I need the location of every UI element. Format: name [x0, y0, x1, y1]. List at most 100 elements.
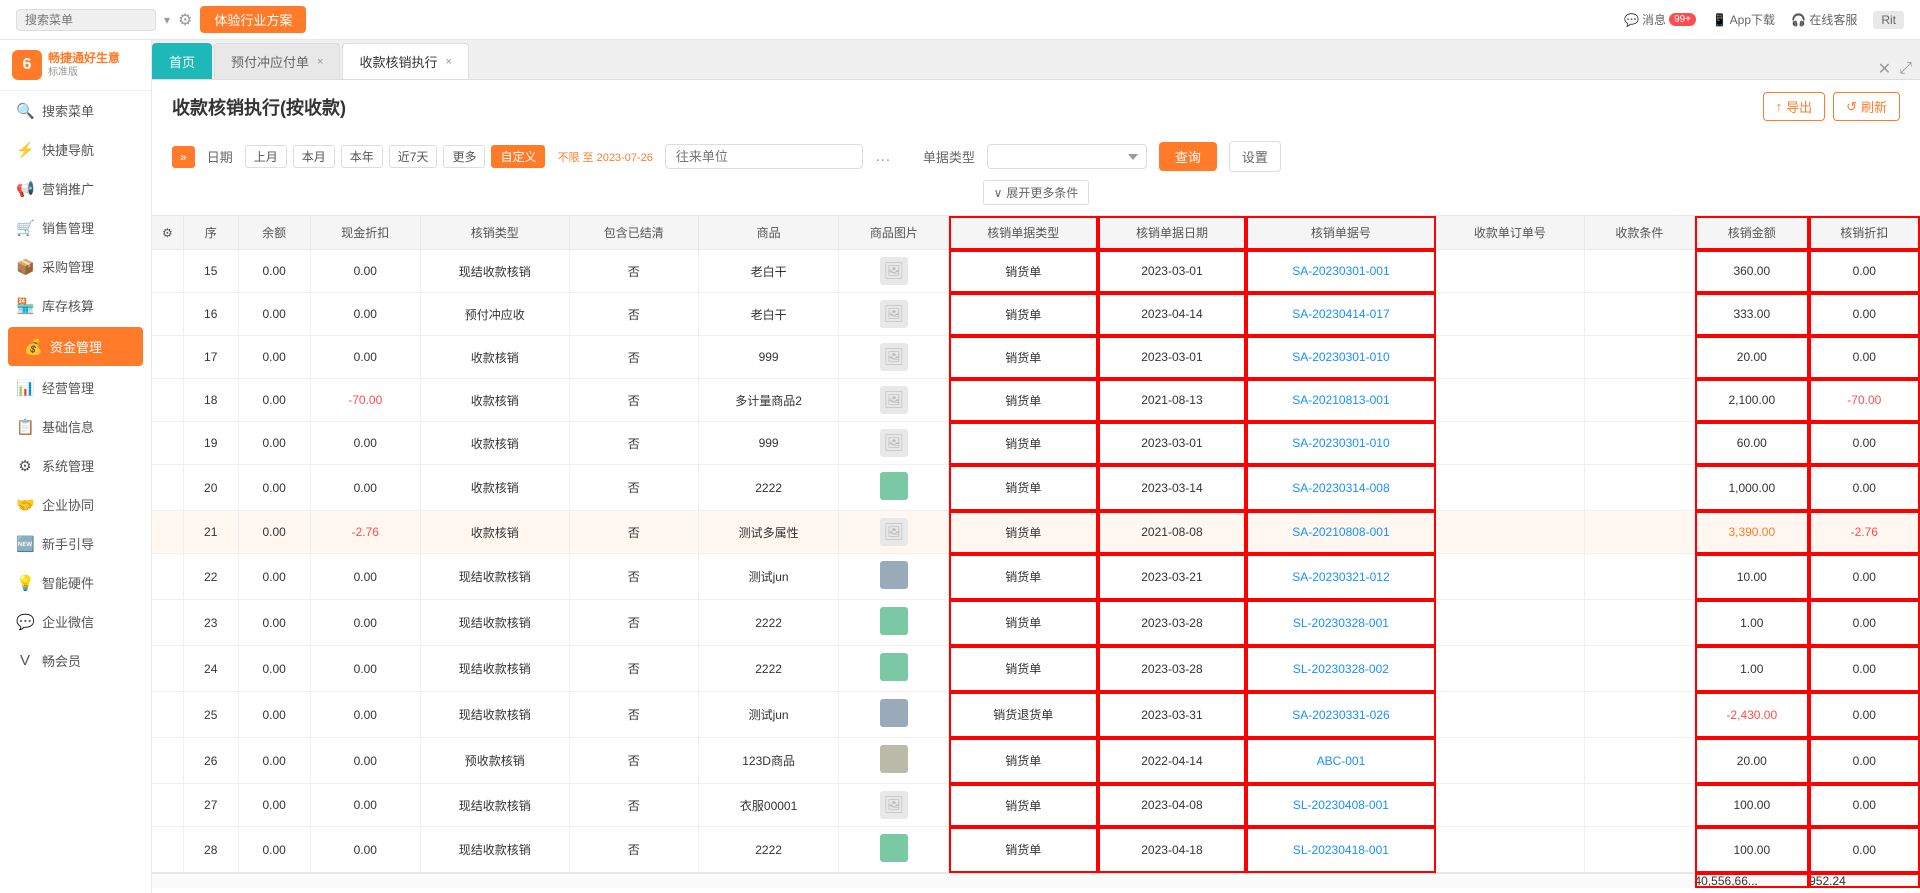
th-cancel-doc-type: 核销单据类型 — [949, 216, 1098, 250]
more-btn[interactable]: 更多 — [443, 145, 485, 168]
expand-more-button[interactable]: ∨ 展开更多条件 — [983, 180, 1090, 205]
th-settings[interactable]: ⚙ — [152, 216, 183, 250]
message-area[interactable]: 💬 消息 99+ — [1624, 11, 1696, 28]
td-cancel-discount: 0.00 — [1809, 692, 1919, 738]
sidebar-item-sales[interactable]: 🛒销售管理 — [0, 208, 151, 247]
summary-row: 40,556,66... 952.24 — [152, 873, 1920, 888]
td-include-settled: 否 — [569, 250, 698, 293]
td-cancel-doc-no[interactable]: SA-20210808-001 — [1246, 511, 1435, 554]
sidebar-item-system[interactable]: ⚙系统管理 — [0, 446, 151, 485]
td-no: 17 — [183, 336, 238, 379]
user-badge[interactable]: Rit — [1873, 11, 1904, 29]
table-row: 28 0.00 0.00 现结收款核销 否 2222 销货单 2023-04-1… — [152, 827, 1920, 874]
goods-img — [880, 745, 908, 773]
table-row: 26 0.00 0.00 预收款核销 否 123D商品 销货单 2022-04-… — [152, 738, 1920, 784]
td-cancel-amount: 1.00 — [1695, 600, 1810, 646]
td-balance: 0.00 — [238, 784, 310, 827]
tab-bar-actions: ✕ ⤢ — [1878, 59, 1920, 79]
sidebar-item-inventory[interactable]: 🏪库存核算 — [0, 286, 151, 325]
table-row: 17 0.00 0.00 收款核销 否 999 🖼 销货单 2023-03-01… — [152, 336, 1920, 379]
app-download[interactable]: 📱 App下载 — [1712, 11, 1775, 28]
cur-month-btn[interactable]: 本月 — [293, 145, 335, 168]
cur-year-btn[interactable]: 本年 — [341, 145, 383, 168]
collect-tab-close[interactable]: × — [445, 56, 451, 68]
sidebar-item-wechat[interactable]: 💬企业微信 — [0, 602, 151, 641]
td-collect-order-no — [1436, 827, 1585, 874]
tab-prepay[interactable]: 预付冲应付单 × — [214, 43, 340, 79]
td-no: 22 — [183, 554, 238, 600]
layout: 6 畅捷通好生意 标准版 🔍搜索菜单⚡快捷导航📢营销推广🛒销售管理📦采购管理🏪库… — [0, 40, 1920, 893]
td-cancel-doc-no[interactable]: SA-20230321-012 — [1246, 554, 1435, 600]
td-cancel-doc-no[interactable]: SA-20230301-010 — [1246, 336, 1435, 379]
td-cancel-type: 收款核销 — [420, 465, 569, 511]
settings-gear-icon[interactable]: ⚙ — [178, 10, 192, 30]
td-cancel-discount: 0.00 — [1809, 422, 1919, 465]
sidebar-item-operation[interactable]: 📊经营管理 — [0, 368, 151, 407]
settings-button[interactable]: 设置 — [1229, 141, 1281, 172]
sidebar-item-purchase[interactable]: 📦采购管理 — [0, 247, 151, 286]
sidebar-label-purchase: 采购管理 — [42, 257, 94, 276]
td-cancel-doc-type: 销货单 — [949, 827, 1098, 874]
doc-type-select[interactable] — [987, 144, 1147, 169]
query-button[interactable]: 查询 — [1159, 142, 1217, 171]
refresh-button[interactable]: ↺ 刷新 — [1833, 92, 1900, 121]
td-no: 20 — [183, 465, 238, 511]
sidebar-item-hardware[interactable]: 💡智能硬件 — [0, 563, 151, 602]
td-cancel-type: 现结收款核销 — [420, 692, 569, 738]
td-cancel-doc-no[interactable]: SA-20230301-010 — [1246, 422, 1435, 465]
sidebar-item-finance[interactable]: 💰资金管理 — [8, 327, 143, 366]
td-cancel-doc-no[interactable]: SL-20230328-002 — [1246, 646, 1435, 692]
tab-bar-close-icon[interactable]: ✕ — [1878, 59, 1891, 79]
table-row: 22 0.00 0.00 现结收款核销 否 测试jun 销货单 2023-03-… — [152, 554, 1920, 600]
td-goods-img — [839, 600, 949, 646]
prepay-tab-label: 预付冲应付单 — [231, 52, 309, 71]
td-cancel-doc-no[interactable]: SA-20230314-008 — [1246, 465, 1435, 511]
sidebar-item-corp[interactable]: 🤝企业协同 — [0, 485, 151, 524]
table-row: 16 0.00 0.00 预付冲应收 否 老白干 🖼 销货单 2023-04-1… — [152, 293, 1920, 336]
td-no: 23 — [183, 600, 238, 646]
tab-home[interactable]: 首页 — [152, 43, 212, 79]
td-cancel-doc-no[interactable]: ABC-001 — [1246, 738, 1435, 784]
td-collect-condition — [1584, 554, 1694, 600]
message-badge: 99+ — [1669, 13, 1696, 26]
td-cancel-doc-no[interactable]: SA-20210813-001 — [1246, 379, 1435, 422]
td-cancel-doc-no[interactable]: SA-20230414-017 — [1246, 293, 1435, 336]
td-cancel-doc-no[interactable]: SA-20230331-026 — [1246, 692, 1435, 738]
near7-btn[interactable]: 近7天 — [389, 145, 438, 168]
goods-img: 🖼 — [880, 386, 908, 414]
from-unit-input[interactable] — [665, 144, 863, 169]
sidebar-item-basic[interactable]: 📋基础信息 — [0, 407, 151, 446]
tab-collect[interactable]: 收款核销执行 × — [342, 43, 468, 79]
td-settings — [152, 554, 183, 600]
sidebar-item-quick[interactable]: ⚡快捷导航 — [0, 130, 151, 169]
td-cancel-doc-date: 2023-03-28 — [1098, 646, 1247, 692]
td-collect-condition — [1584, 250, 1694, 293]
prev-month-btn[interactable]: 上月 — [245, 145, 287, 168]
custom-btn[interactable]: 自定义 — [491, 145, 545, 168]
td-cancel-doc-no[interactable]: SL-20230328-001 — [1246, 600, 1435, 646]
td-cancel-doc-no[interactable]: SA-20230301-001 — [1246, 250, 1435, 293]
td-cancel-doc-no[interactable]: SL-20230418-001 — [1246, 827, 1435, 874]
export-button[interactable]: ↑ 导出 — [1763, 92, 1826, 121]
filter-expand-btn[interactable]: » — [172, 146, 195, 168]
td-cancel-doc-no[interactable]: SL-20230408-001 — [1246, 784, 1435, 827]
sidebar-item-member[interactable]: V畅会员 — [0, 641, 151, 680]
sidebar-item-search[interactable]: 🔍搜索菜单 — [0, 91, 151, 130]
goods-img: 🖼 — [880, 518, 908, 546]
sidebar-item-marketing[interactable]: 📢营销推广 — [0, 169, 151, 208]
sidebar-item-guide[interactable]: 🆕新手引导 — [0, 524, 151, 563]
td-collect-condition — [1584, 511, 1694, 554]
td-cancel-discount: 0.00 — [1809, 600, 1919, 646]
prepay-tab-close[interactable]: × — [317, 56, 323, 68]
td-collect-condition — [1584, 293, 1694, 336]
td-goods-img — [839, 465, 949, 511]
goods-img: 🖼 — [880, 300, 908, 328]
td-cash-discount: -70.00 — [310, 379, 420, 422]
online-service[interactable]: 🎧 在线客服 — [1791, 11, 1857, 28]
solution-button[interactable]: 体验行业方案 — [200, 6, 306, 33]
search-input[interactable] — [16, 9, 156, 31]
td-balance: 0.00 — [238, 250, 310, 293]
marketing-icon: 📢 — [16, 180, 34, 198]
td-cancel-doc-type: 销货单 — [949, 250, 1098, 293]
tab-bar-expand-icon[interactable]: ⤢ — [1899, 60, 1912, 78]
